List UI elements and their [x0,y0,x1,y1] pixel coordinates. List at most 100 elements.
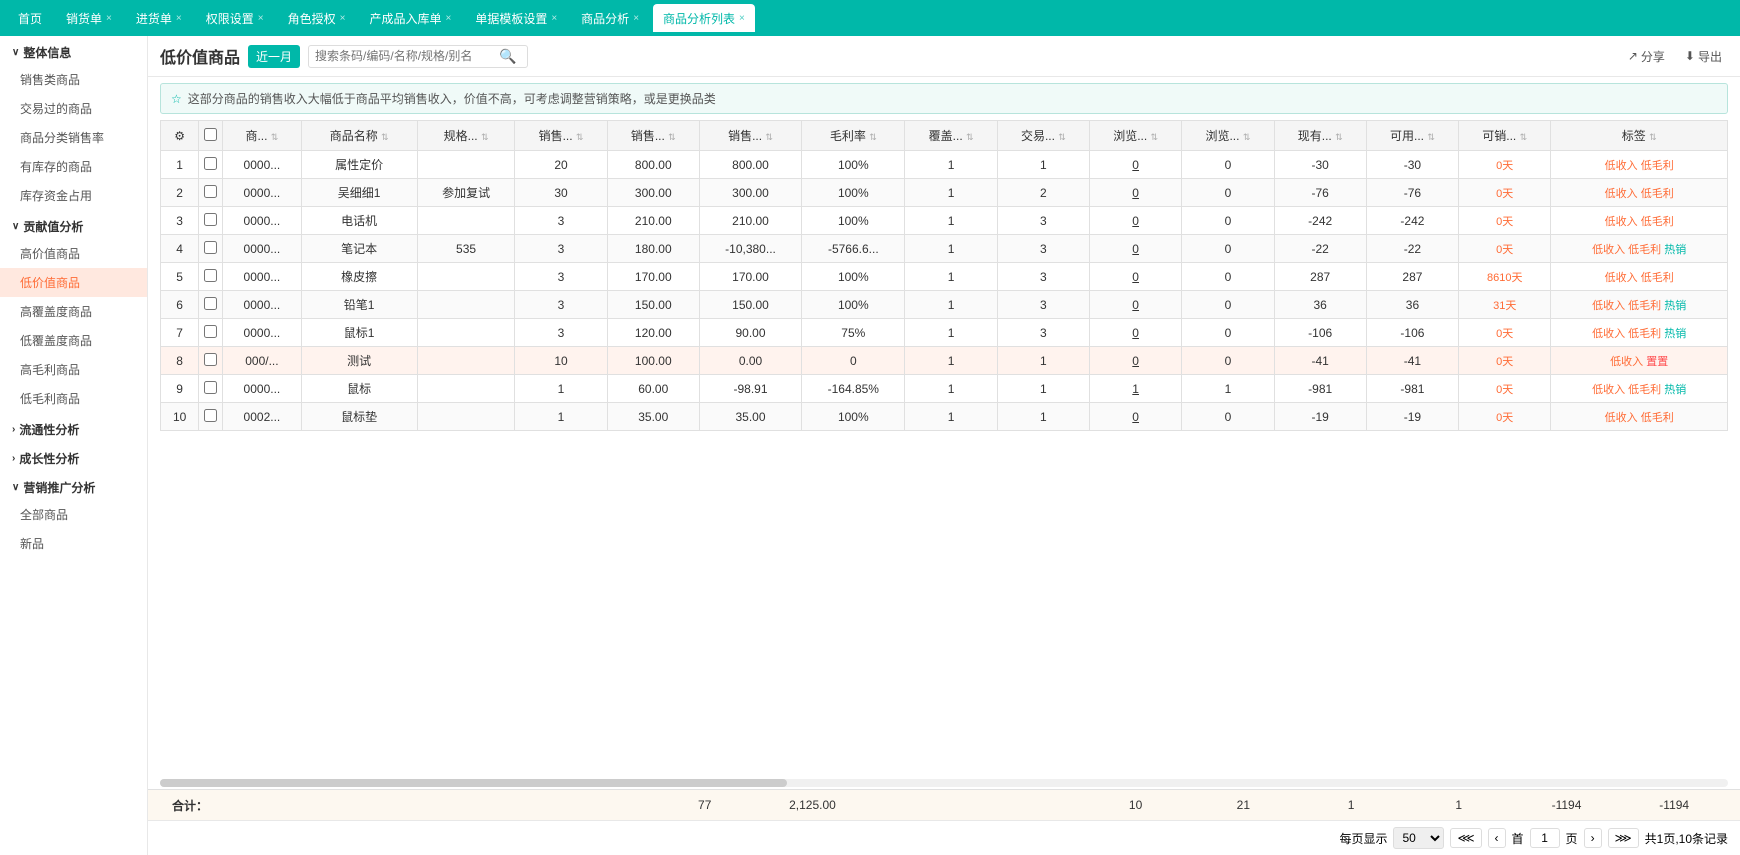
nav-close-角色授权[interactable]: × [340,13,346,24]
horizontal-scrollbar[interactable] [160,779,1728,787]
row-checkbox[interactable] [204,157,217,170]
prev-page-btn[interactable]: ‹ [1488,828,1506,848]
page-size-select[interactable]: 50 100 200 [1393,827,1444,849]
period-button[interactable]: 近一月 [248,45,300,68]
col-code: 商... ⇅ [223,121,301,151]
share-icon: ↗ [1628,49,1638,63]
first-page-btn[interactable]: ⋘ [1450,828,1481,848]
nav-item-首页[interactable]: 首页 [8,4,52,32]
search-icon[interactable]: 🔍 [499,48,516,65]
nav-item-商品分析列表[interactable]: 商品分析列表× [653,4,755,32]
sidebar-item-全部商品[interactable]: 全部商品 [0,500,147,529]
row-checkbox[interactable] [204,269,217,282]
sidebar-item-低毛利商品[interactable]: 低毛利商品 [0,384,147,413]
settings-col[interactable]: ⚙ [161,121,199,151]
nav-item-销货单[interactable]: 销货单× [56,4,122,32]
nav-item-权限设置[interactable]: 权限设置× [196,4,274,32]
row-checkbox-cell [199,235,223,263]
views1-link[interactable]: 0 [1132,214,1139,228]
tag-低毛利: 低毛利 [1628,384,1664,396]
row-sales-amount: 180.00 [607,235,699,263]
row-available: -41 [1366,347,1458,375]
sidebar-item-有库存的商品[interactable]: 有库存的商品 [0,152,147,181]
row-gross-rate: -5766.6... [802,235,905,263]
row-views2: 1 [1182,375,1274,403]
sidebar-item-低覆盖度商品[interactable]: 低覆盖度商品 [0,326,147,355]
sidebar-item-高价值商品[interactable]: 高价值商品 [0,239,147,268]
row-checkbox[interactable] [204,353,217,366]
row-checkbox[interactable] [204,241,217,254]
nav-close-商品分析[interactable]: × [633,13,639,24]
nav-item-产成品入库单[interactable]: 产成品入库单× [359,4,461,32]
sidebar-item-高覆盖度商品[interactable]: 高覆盖度商品 [0,297,147,326]
row-sales-qty: 3 [515,291,607,319]
row-checkbox[interactable] [204,297,217,310]
row-checkbox[interactable] [204,325,217,338]
sidebar-item-销售类商品[interactable]: 销售类商品 [0,65,147,94]
row-num: 10 [161,403,199,431]
row-spec [417,347,515,375]
scrollbar-thumb[interactable] [160,779,787,787]
tag-低收入: 低收入 [1592,300,1628,312]
total-spacer4 [543,796,651,814]
nav-item-商品分析[interactable]: 商品分析× [571,4,649,32]
nav-close-单据模板设置[interactable]: × [551,13,557,24]
table-row: 90000...鼠标160.00-98.91-164.85%1111-981-9… [161,375,1728,403]
nav-item-单据模板设置[interactable]: 单据模板设置× [465,4,567,32]
row-checkbox[interactable] [204,213,217,226]
views1-link[interactable]: 0 [1132,242,1139,256]
nav-item-进货单[interactable]: 进货单× [126,4,192,32]
total-spacer3 [435,796,543,814]
page-input[interactable] [1530,828,1560,848]
table-row: 10000...属性定价20800.00800.00100%1100-30-30… [161,151,1728,179]
views1-link[interactable]: 0 [1132,298,1139,312]
col-sales-amount: 销售... ⇅ [607,121,699,151]
nav-close-权限设置[interactable]: × [258,13,264,24]
sidebar-item-库存资金占用[interactable]: 库存资金占用 [0,181,147,210]
search-input[interactable] [315,49,495,63]
sidebar-group-流通性分析[interactable]: › 流通性分析 [0,413,147,442]
sidebar-group-贡献值分析[interactable]: ∨ 贡献值分析 [0,210,147,239]
row-views1: 0 [1090,291,1182,319]
views1-link[interactable]: 1 [1132,382,1139,396]
row-sales-cost: 300.00 [699,179,801,207]
row-coverage: 1 [905,291,997,319]
views1-link[interactable]: 0 [1132,326,1139,340]
sidebar-item-高毛利商品[interactable]: 高毛利商品 [0,355,147,384]
sidebar-item-交易过的商品[interactable]: 交易过的商品 [0,94,147,123]
row-num: 4 [161,235,199,263]
total-info: 共1页,10条记录 [1645,830,1728,847]
nav-close-商品分析列表[interactable]: × [739,13,745,24]
export-button[interactable]: ⬇ 导出 [1679,45,1728,68]
views1-link[interactable]: 0 [1132,410,1139,424]
views1-link[interactable]: 0 [1132,354,1139,368]
next-page-btn[interactable]: › [1584,828,1602,848]
row-spec [417,319,515,347]
share-button[interactable]: ↗ 分享 [1622,45,1671,68]
nav-item-角色授权[interactable]: 角色授权× [278,4,356,32]
sidebar-item-新品[interactable]: 新品 [0,529,147,558]
tag-低毛利: 低毛利 [1641,412,1674,424]
sidebar-group-整体信息[interactable]: ∨ 整体信息 [0,36,147,65]
row-checkbox[interactable] [204,409,217,422]
row-views2: 0 [1182,319,1274,347]
views1-link[interactable]: 0 [1132,186,1139,200]
col-current-stock: 现有... ⇅ [1274,121,1366,151]
sidebar-item-商品分类销售率[interactable]: 商品分类销售率 [0,123,147,152]
views1-link[interactable]: 0 [1132,270,1139,284]
collapse-icon: › [12,424,15,435]
sidebar-item-低价值商品[interactable]: 低价值商品 [0,268,147,297]
sidebar-group-成长性分析[interactable]: › 成长性分析 [0,442,147,471]
last-page-btn[interactable]: ⋙ [1608,828,1639,848]
row-checkbox[interactable] [204,185,217,198]
nav-close-进货单[interactable]: × [176,13,182,24]
row-gross-rate: 100% [802,263,905,291]
nav-close-产成品入库单[interactable]: × [445,13,451,24]
sidebar-group-营销推广分析[interactable]: ∨ 营销推广分析 [0,471,147,500]
views1-link[interactable]: 0 [1132,158,1139,172]
nav-close-销货单[interactable]: × [106,13,112,24]
tag-置置: 置置 [1646,356,1668,368]
row-checkbox[interactable] [204,381,217,394]
row-spec [417,151,515,179]
select-all-checkbox[interactable] [204,128,217,141]
